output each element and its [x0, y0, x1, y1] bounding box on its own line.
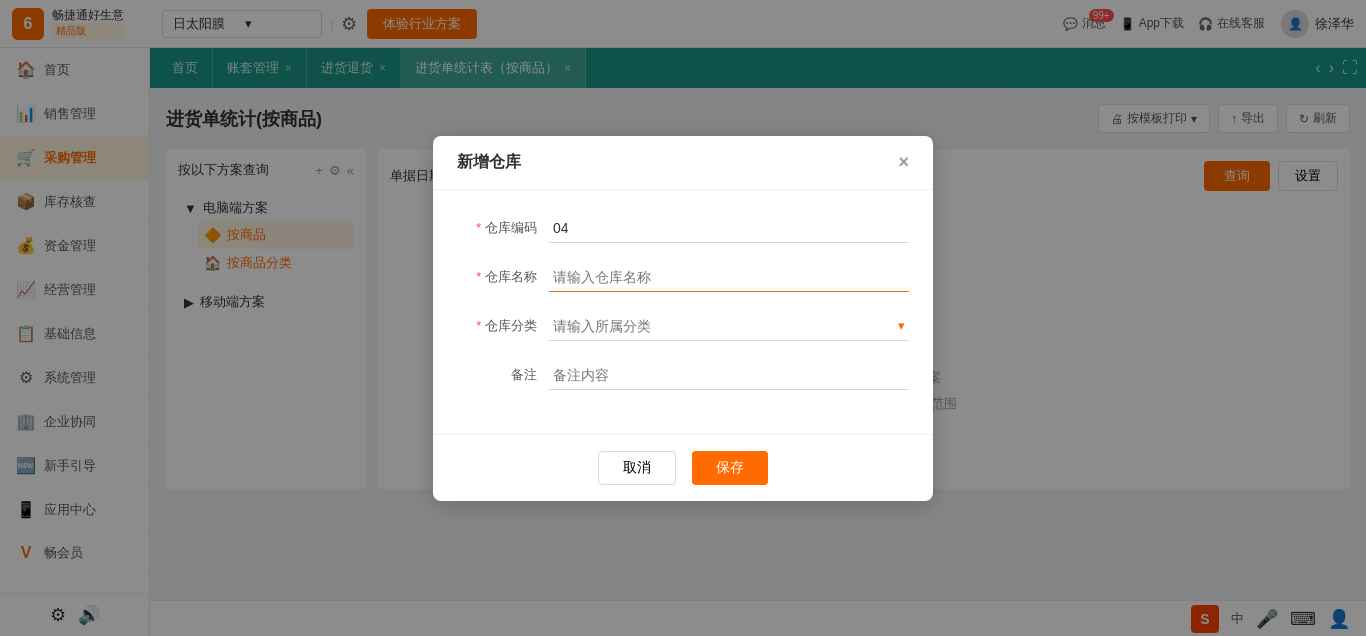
- modal-overlay: 新增仓库 × 仓库编码 仓库名称 仓库分类 ▾: [0, 0, 1366, 636]
- category-label: 仓库分类: [457, 317, 537, 335]
- dialog-close-btn[interactable]: ×: [898, 152, 909, 173]
- form-row-note: 备注: [457, 361, 909, 390]
- cancel-btn[interactable]: 取消: [598, 451, 676, 485]
- form-row-code: 仓库编码: [457, 214, 909, 243]
- dialog-title: 新增仓库: [457, 152, 521, 173]
- category-dropdown-icon[interactable]: ▾: [898, 318, 905, 333]
- name-input[interactable]: [549, 263, 909, 292]
- category-select-wrap: ▾: [549, 312, 909, 341]
- name-label: 仓库名称: [457, 268, 537, 286]
- category-select-input[interactable]: [553, 318, 898, 334]
- save-btn[interactable]: 保存: [692, 451, 768, 485]
- code-input[interactable]: [549, 214, 909, 243]
- note-input[interactable]: [549, 361, 909, 390]
- code-label: 仓库编码: [457, 219, 537, 237]
- dialog-header: 新增仓库 ×: [433, 136, 933, 190]
- dialog-body: 仓库编码 仓库名称 仓库分类 ▾ 备注: [433, 190, 933, 434]
- form-row-category: 仓库分类 ▾: [457, 312, 909, 341]
- form-row-name: 仓库名称: [457, 263, 909, 292]
- note-label: 备注: [457, 366, 537, 384]
- dialog-footer: 取消 保存: [433, 434, 933, 501]
- new-warehouse-dialog: 新增仓库 × 仓库编码 仓库名称 仓库分类 ▾: [433, 136, 933, 501]
